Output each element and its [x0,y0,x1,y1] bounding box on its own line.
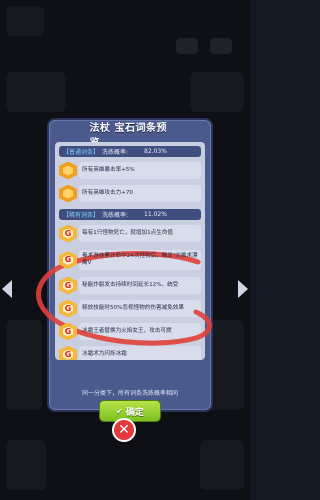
section-tag: 【普通词条】 [63,149,100,156]
entry-text: 释放技能时50%忽视怪物的伤害减免效果 [82,305,184,311]
list-item: 所有英雄暴击率+5% [57,160,203,181]
entry-text: 冰霜术为闪烁冰霜 [82,351,127,357]
entry-text: 所有英雄暴击率+5% [82,167,135,173]
entry-text: 所有英雄攻击力+70 [82,190,133,196]
section-probability-label: 洗练概率: [102,149,129,156]
right-arrow-icon[interactable] [238,280,248,298]
footer-note: 同一分类下，所有词条洗练概率相同 [81,390,178,397]
list-item: G 秘能炸裂发击持续时间延长12%，统受 [57,275,203,296]
close-button[interactable]: ✕ [112,418,136,442]
section-probability-label: 洗练概率: [102,212,129,219]
entry-text: 每有1只怪物死亡，就增加1点生命值 [82,230,174,236]
entry-text: 奥术游侠累计命中24次怪物后，触发!灾难术漂离V [82,253,198,266]
section-header-rare: 【稀有词条】 洗练概率: 11.02% [59,209,201,220]
rare-gem-icon: G [59,276,77,295]
rare-gem-icon: G [59,322,77,341]
list-item: G 每有1只怪物死亡，就增加1点生命值 [57,223,203,244]
section-tag: 【稀有词条】 [63,212,100,219]
affix-list[interactable]: 【普通词条】 洗练概率: 82.03% 所有英雄暴击率+5% 所有英雄攻击力+7… [55,142,205,360]
list-item: 所有英雄攻击力+70 [57,183,203,204]
left-arrow-icon[interactable] [2,280,12,298]
section-header-normal: 【普通词条】 洗练概率: 82.03% [59,146,201,157]
gem-icon [59,184,77,203]
list-item: G 释放技能时50%忽视怪物的伤害减免效果 [57,298,203,319]
close-icon: ✕ [118,422,130,438]
list-item: G 冰霜王者替换为火焰女王，攻击可燃 [57,321,203,342]
check-icon: ✔ [116,406,123,416]
gem-preview-dialog: 法杖 宝石词条预览 【普通词条】 洗练概率: 82.03% 所有英雄暴击率+5%… [47,118,213,422]
list-item: G 奥术游侠累计命中24次怪物后，触发!灾难术漂离V [57,248,203,272]
entry-text: 冰霜王者替换为火焰女王，攻击可燃 [82,328,172,334]
rare-gem-icon: G [59,345,77,360]
section-probability-value: 11.02% [144,211,167,218]
rare-gem-icon: G [59,251,77,269]
rare-gem-icon: G [59,299,77,318]
rare-gem-icon: G [59,224,77,243]
entry-text: 秘能炸裂发击持续时间延长12%，统受 [82,282,179,288]
gem-icon [59,161,77,180]
list-item: G 冰霜术为闪烁冰霜 [57,344,203,360]
section-probability-value: 82.03% [144,148,167,155]
confirm-label: 确定 [125,407,144,418]
